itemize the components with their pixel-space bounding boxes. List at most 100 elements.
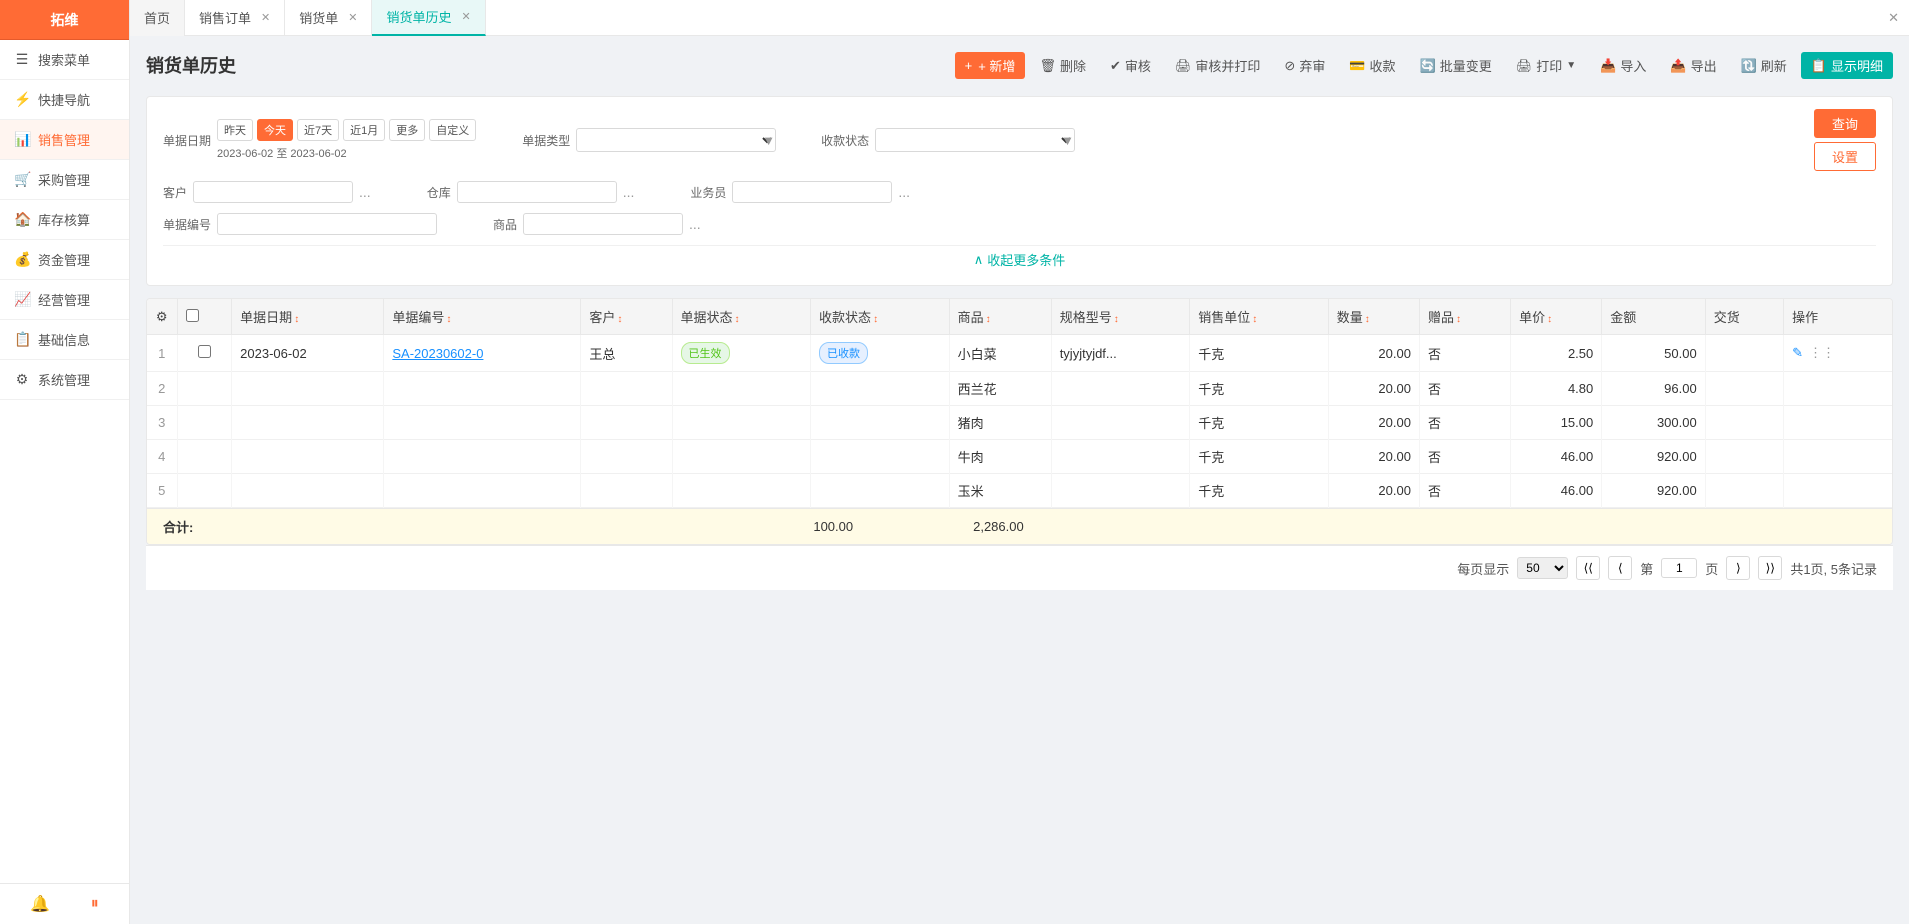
print-button[interactable]: 🖨 打印 ▼ xyxy=(1506,52,1586,79)
pause-icon[interactable]: ⏸ xyxy=(91,895,99,913)
tab-sales-order-close[interactable]: ✕ xyxy=(261,11,270,24)
review-button[interactable]: ✔ 审核 xyxy=(1100,52,1161,79)
cell-unit: 千克 xyxy=(1190,406,1329,440)
salesperson-input[interactable] xyxy=(732,181,892,203)
cell-spec xyxy=(1051,372,1190,406)
salesperson-dots[interactable]: ... xyxy=(898,184,910,200)
page-last-btn[interactable]: ⟩⟩ xyxy=(1758,556,1782,580)
th-paystatus[interactable]: 收款状态↕ xyxy=(811,299,950,335)
date-btn-today[interactable]: 今天 xyxy=(257,119,293,141)
docno-input[interactable] xyxy=(217,213,437,235)
tab-sales-history-close[interactable]: ✕ xyxy=(462,10,471,23)
tab-home[interactable]: 首页 xyxy=(130,0,185,36)
sidebar-item-finance-mgmt[interactable]: 💰 资金管理 xyxy=(0,240,129,280)
window-close-icon[interactable]: ✕ xyxy=(1888,10,1899,26)
sidebar-item-sys-mgmt[interactable]: ⚙ 系统管理 xyxy=(0,360,129,400)
date-btn-custom[interactable]: 自定义 xyxy=(429,119,476,141)
import-button[interactable]: 📥 导入 xyxy=(1590,52,1656,79)
cell-paystatus xyxy=(811,440,950,474)
docno-link[interactable]: SA-20230602-0 xyxy=(392,346,483,361)
page-next-btn[interactable]: ⟩ xyxy=(1726,556,1750,580)
cell-qty: 20.00 xyxy=(1328,440,1419,474)
delete-button[interactable]: 🗑 删除 xyxy=(1029,52,1096,79)
sidebar-item-sales-mgmt[interactable]: 📊 销售管理 xyxy=(0,120,129,160)
sidebar-item-search-menu[interactable]: ☰ 搜索菜单 xyxy=(0,40,129,80)
filter-row-3: 单据编号 商品 ... xyxy=(163,213,1876,235)
th-gift[interactable]: 赠品↕ xyxy=(1419,299,1510,335)
cell-paystatus xyxy=(811,474,950,508)
cell-spec xyxy=(1051,406,1190,440)
footer-total-amount: 2,286.00 xyxy=(973,519,1024,534)
warehouse-dots[interactable]: ... xyxy=(623,184,635,200)
cell-goods: 猪肉 xyxy=(949,406,1051,440)
collect-button[interactable]: 💳 收款 xyxy=(1339,52,1405,79)
th-qty[interactable]: 数量↕ xyxy=(1328,299,1419,335)
collapse-up-icon: ∧ xyxy=(974,252,984,268)
action-edit-icon[interactable]: ✎ xyxy=(1792,345,1803,360)
date-btn-1month[interactable]: 近1月 xyxy=(343,119,385,141)
sidebar-item-ops-mgmt[interactable]: 📈 经营管理 xyxy=(0,280,129,320)
new-button[interactable]: + + 新增 xyxy=(955,52,1026,79)
cell-spec: tyjyjtyjdf... xyxy=(1051,335,1190,372)
cell-date xyxy=(232,440,384,474)
action-more-icon[interactable]: ⋮⋮ xyxy=(1809,345,1835,360)
per-page-select[interactable]: 50 100 xyxy=(1517,557,1568,579)
tab-sales-order[interactable]: 销售订单 ✕ xyxy=(185,0,285,36)
cell-gift: 否 xyxy=(1419,372,1510,406)
query-button[interactable]: 查询 xyxy=(1814,109,1876,138)
select-all-checkbox[interactable] xyxy=(186,309,199,322)
export-button[interactable]: 📤 导出 xyxy=(1660,52,1726,79)
tab-sales-goods-close[interactable]: ✕ xyxy=(348,11,357,24)
cell-docstatus xyxy=(672,406,811,440)
th-docno[interactable]: 单据编号↕ xyxy=(384,299,581,335)
tab-sales-goods[interactable]: 销货单 ✕ xyxy=(285,0,372,36)
th-date[interactable]: 单据日期↕ xyxy=(232,299,384,335)
page-first-btn[interactable]: ⟨⟨ xyxy=(1576,556,1600,580)
notification-icon[interactable]: 🔔 xyxy=(30,894,50,914)
sidebar-item-stock-calc[interactable]: 🏠 库存核算 xyxy=(0,200,129,240)
customer-dots[interactable]: ... xyxy=(359,184,371,200)
page-prev-btn[interactable]: ⟨ xyxy=(1608,556,1632,580)
review-print-button[interactable]: 🖨 审核并打印 xyxy=(1165,52,1271,79)
date-btn-yesterday[interactable]: 昨天 xyxy=(217,119,253,141)
warehouse-filter: 仓库 ... xyxy=(427,181,635,203)
th-customer[interactable]: 客户↕ xyxy=(581,299,672,335)
abandon-button[interactable]: ⊘ 弃审 xyxy=(1274,52,1335,79)
main-area: 首页 销售订单 ✕ 销货单 ✕ 销货单历史 ✕ ✕ 销货单历史 + + 新增 xyxy=(130,0,1909,924)
tab-sales-history[interactable]: 销货单历史 ✕ xyxy=(372,0,485,36)
customer-input[interactable] xyxy=(193,181,353,203)
date-btn-7days[interactable]: 近7天 xyxy=(297,119,339,141)
show-details-button[interactable]: 📋 显示明细 xyxy=(1801,52,1893,79)
table-row: 3猪肉千克20.00否15.00300.00 xyxy=(147,406,1892,440)
warehouse-input[interactable] xyxy=(457,181,617,203)
date-btn-more[interactable]: 更多 xyxy=(389,119,425,141)
collapse-button[interactable]: ∧ 收起更多条件 xyxy=(163,245,1876,273)
cell-date xyxy=(232,474,384,508)
doc-type-select[interactable] xyxy=(576,128,776,152)
th-action: 操作 xyxy=(1784,299,1892,335)
payment-status-select[interactable] xyxy=(875,128,1075,152)
tab-sales-goods-label: 销货单 xyxy=(299,8,338,27)
goods-dots[interactable]: ... xyxy=(689,216,701,232)
sidebar-item-purchase-mgmt[interactable]: 🛒 采购管理 xyxy=(0,160,129,200)
th-unit[interactable]: 销售单位↕ xyxy=(1190,299,1329,335)
cell-rownum: 1 xyxy=(147,335,177,372)
th-spec[interactable]: 规格型号↕ xyxy=(1051,299,1190,335)
cell-goods: 牛肉 xyxy=(949,440,1051,474)
refresh-button[interactable]: 🔃 刷新 xyxy=(1731,52,1797,79)
goods-input[interactable] xyxy=(523,213,683,235)
sidebar-item-basic-info[interactable]: 📋 基础信息 xyxy=(0,320,129,360)
page-input[interactable] xyxy=(1661,558,1697,578)
sidebar-item-label: 基础信息 xyxy=(38,330,90,349)
th-price[interactable]: 单价↕ xyxy=(1511,299,1602,335)
delete-icon: 🗑 xyxy=(1039,58,1056,74)
th-goods[interactable]: 商品↕ xyxy=(949,299,1051,335)
cell-spec xyxy=(1051,440,1190,474)
row-checkbox[interactable] xyxy=(198,345,211,358)
date-sub: 昨天 今天 近7天 近1月 更多 自定义 2023-06-02 至 2023-0… xyxy=(217,119,476,161)
set-button[interactable]: 设置 xyxy=(1814,142,1876,171)
batch-change-button[interactable]: 🔄 批量变更 xyxy=(1410,52,1502,79)
sidebar-item-quick-nav[interactable]: ⚡ 快捷导航 xyxy=(0,80,129,120)
th-docstatus[interactable]: 单据状态↕ xyxy=(672,299,811,335)
th-gear[interactable]: ⚙ xyxy=(147,299,177,335)
